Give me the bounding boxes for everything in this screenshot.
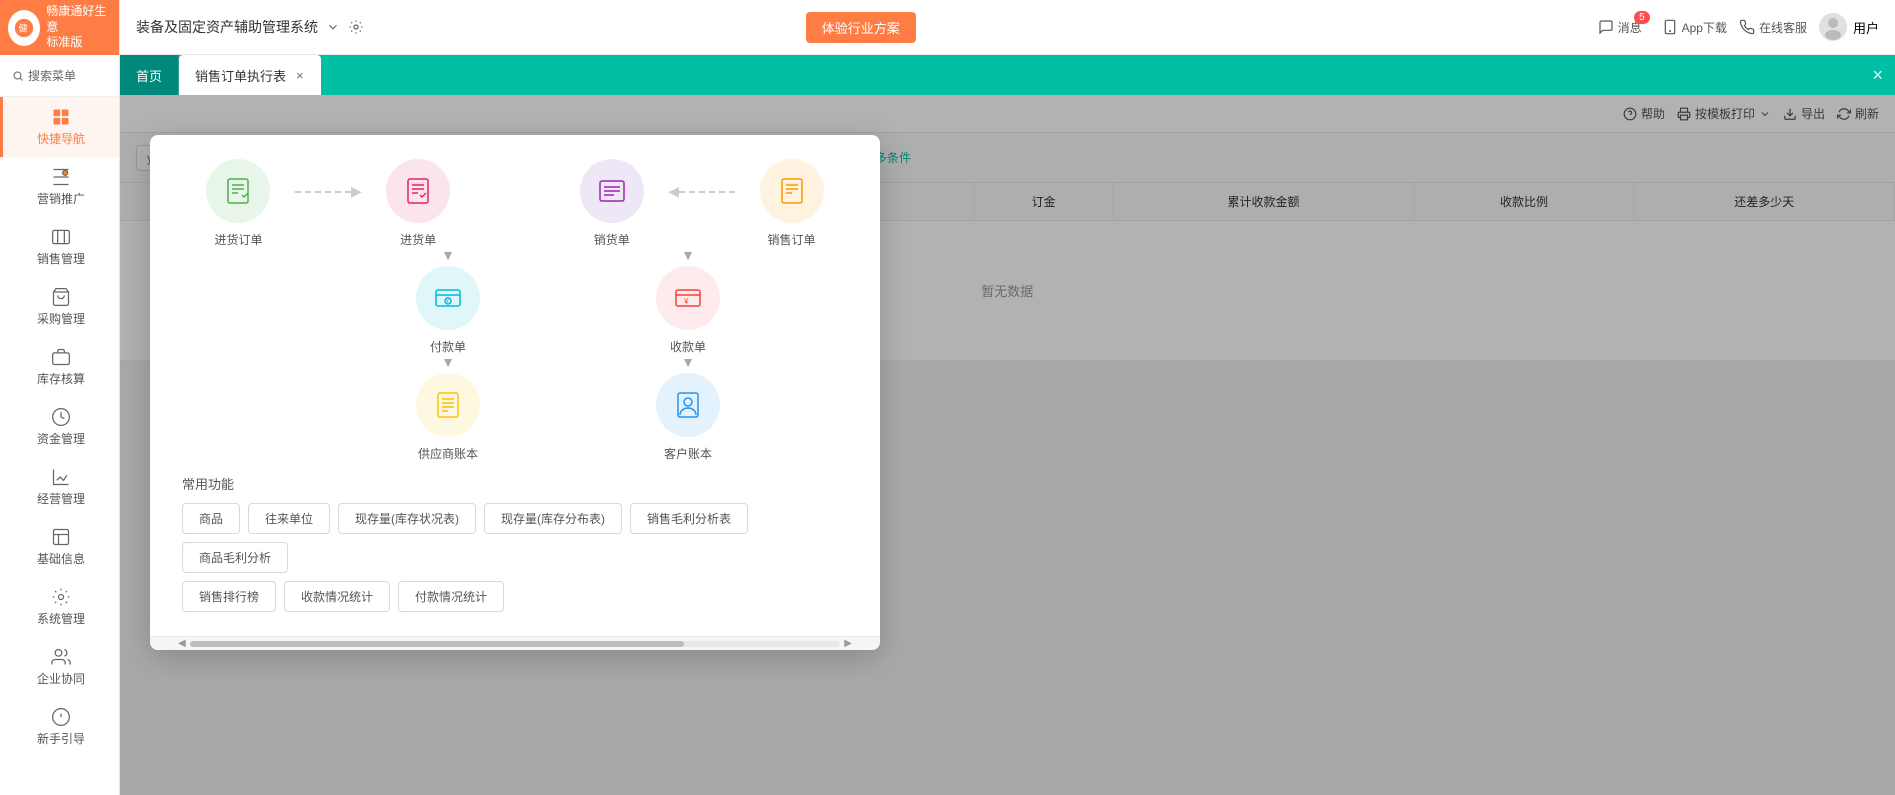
common-btn-payment-stats[interactable]: 付款情况统计 (398, 581, 504, 612)
flow-circle-supplier-ledger (416, 373, 480, 437)
scrollbar-left-arrow[interactable]: ◀ (174, 638, 190, 649)
sidebar-item-sales[interactable]: 销售管理 (0, 217, 119, 277)
common-btn-contacts[interactable]: 往来单位 (248, 503, 330, 534)
svg-text:¥: ¥ (683, 297, 689, 306)
svg-text:健: 健 (19, 22, 28, 33)
sidebar-item-marketing[interactable]: 营销推广 (0, 157, 119, 217)
app-download-btn[interactable]: App下载 (1662, 19, 1727, 36)
logo-icon: 健 (8, 10, 40, 46)
sidebar-item-purchase[interactable]: 采购管理 (0, 277, 119, 337)
common-btn-receipt-stats[interactable]: 收款情况统计 (284, 581, 390, 612)
sidebar-item-enterprise[interactable]: 企业协同 (0, 637, 119, 697)
dialog-overlay[interactable]: 进货订单 ▶ (120, 95, 1895, 795)
message-btn[interactable]: 消息 5 (1598, 19, 1642, 36)
flow-item-payment-bill[interactable]: ¥ 付款单 (378, 266, 518, 355)
close-all-tabs-btn[interactable]: × (1860, 55, 1895, 95)
svg-text:¥: ¥ (446, 299, 449, 305)
settings-button[interactable] (348, 19, 364, 35)
common-functions-title: 常用功能 (182, 474, 848, 493)
common-btn-stock-status[interactable]: 现存量(库存状况表) (338, 503, 476, 534)
main-content: 装备及固定资产辅助管理系统 体验行业方案 消息 5 App下载 (120, 0, 1895, 795)
flow-item-purchase-bill[interactable]: 进货单 (362, 159, 475, 248)
sidebar-search[interactable]: 搜索菜单 (0, 55, 119, 97)
flow-item-supplier-ledger[interactable]: 供应商账本 (378, 373, 518, 462)
tab-home[interactable]: 首页 (120, 55, 179, 95)
sidebar: 健 畅康通好生意 标准版 搜索菜单 快捷导航 营销推广 (0, 0, 120, 795)
sidebar-item-finance[interactable]: 资金管理 (0, 397, 119, 457)
sidebar-item-system[interactable]: 系统管理 (0, 577, 119, 637)
common-btn-product[interactable]: 商品 (182, 503, 240, 534)
sidebar-item-inventory[interactable]: 库存核算 (0, 337, 119, 397)
dialog-body: 进货订单 ▶ (150, 135, 880, 636)
topbar: 装备及固定资产辅助管理系统 体验行业方案 消息 5 App下载 (120, 0, 1895, 55)
scrollbar-thumb[interactable] (190, 641, 684, 647)
experience-btn[interactable]: 体验行业方案 (806, 12, 916, 43)
tab-close-icon[interactable]: × (296, 68, 304, 83)
flow-circle-purchase-bill (386, 159, 450, 223)
message-badge: 5 (1634, 11, 1650, 24)
dialog-scrollbar[interactable]: ◀ ▶ (150, 636, 880, 650)
flow-item-sale-bill[interactable]: 销货单 (555, 159, 668, 248)
flow-item-customer-ledger[interactable]: 客户账本 (618, 373, 758, 462)
sidebar-item-quick-guide[interactable]: 快捷导航 (0, 97, 119, 157)
common-btn-product-gross[interactable]: 商品毛利分析 (182, 542, 288, 573)
tab-sales-order[interactable]: 销售订单执行表 × (179, 55, 321, 95)
sidebar-item-basic-info[interactable]: 基础信息 (0, 517, 119, 577)
flow-item-sale-order[interactable]: 销售订单 (735, 159, 848, 248)
tabbar: 首页 销售订单执行表 × × (120, 55, 1895, 95)
flow-circle-payment-bill: ¥ (416, 266, 480, 330)
flow-item-purchase-order[interactable]: 进货订单 (182, 159, 295, 248)
logo-text: 畅康通好生意 标准版 (46, 4, 111, 51)
common-functions-section: 常用功能 商品 往来单位 现存量(库存状况表) 现存量(库存分布表) 销售毛利分… (182, 462, 848, 612)
common-buttons-row2: 销售排行榜 收款情况统计 付款情况统计 (182, 581, 848, 612)
avatar (1819, 13, 1847, 41)
flow-circle-purchase-order (206, 159, 270, 223)
system-dropdown[interactable] (326, 20, 340, 34)
flow-circle-receipt-bill: ¥ (656, 266, 720, 330)
flow-circle-customer-ledger (656, 373, 720, 437)
common-btn-stock-dist[interactable]: 现存量(库存分布表) (484, 503, 622, 534)
scrollbar-track[interactable] (190, 641, 841, 647)
common-buttons-row1: 商品 往来单位 现存量(库存状况表) 现存量(库存分布表) 销售毛利分析表 商品… (182, 503, 848, 573)
user-menu[interactable]: 用户 (1819, 13, 1879, 41)
sidebar-logo: 健 畅康通好生意 标准版 (0, 0, 119, 55)
content-area: 帮助 按模板打印 导出 刷新 — (120, 95, 1895, 795)
flow-diagram: 进货订单 ▶ (182, 159, 848, 462)
scrollbar-right-arrow[interactable]: ▶ (840, 638, 856, 649)
common-btn-sales-gross[interactable]: 销售毛利分析表 (630, 503, 748, 534)
flow-item-receipt-bill[interactable]: ¥ 收款单 (618, 266, 758, 355)
flow-circle-sale-bill (580, 159, 644, 223)
sidebar-item-operation[interactable]: 经营管理 (0, 457, 119, 517)
sidebar-nav: 快捷导航 营销推广 销售管理 采购管理 库存核算 资金管理 (0, 97, 119, 795)
topbar-title: 装备及固定资产辅助管理系统 (136, 17, 794, 37)
sidebar-item-newbie[interactable]: 新手引导 (0, 697, 119, 757)
online-service-btn[interactable]: 在线客服 (1739, 19, 1807, 36)
flow-dialog: 进货订单 ▶ (150, 135, 880, 650)
common-btn-sales-ranking[interactable]: 销售排行榜 (182, 581, 276, 612)
search-menu-button[interactable]: 搜索菜单 (8, 63, 111, 88)
flow-circle-sale-order (760, 159, 824, 223)
